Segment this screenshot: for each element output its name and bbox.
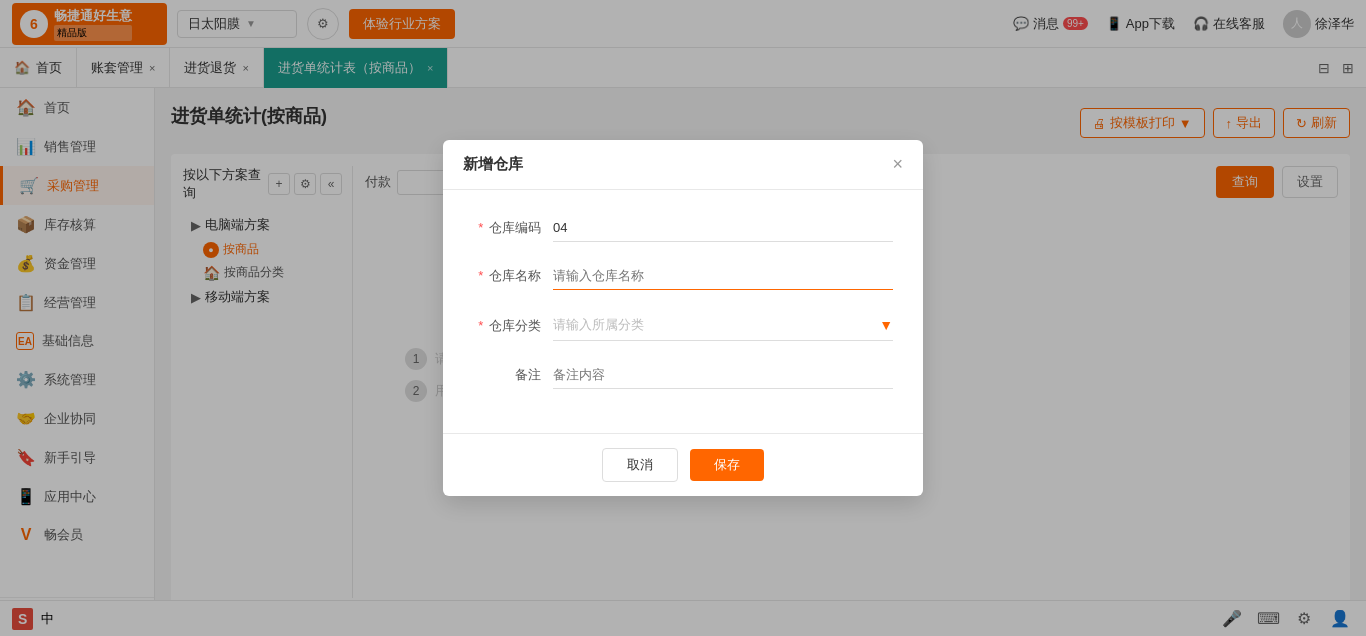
form-row-note: 备注 — [473, 361, 893, 389]
form-label-code: * 仓库编码 — [473, 219, 553, 237]
warehouse-category-select[interactable]: 请输入所属分类 ▼ — [553, 310, 893, 341]
modal-title: 新增仓库 — [463, 155, 523, 174]
note-label-text: 备注 — [515, 367, 541, 382]
category-placeholder: 请输入所属分类 — [553, 316, 644, 334]
required-mark-category: * — [478, 318, 483, 333]
warehouse-code-input[interactable] — [553, 214, 893, 242]
form-label-note: 备注 — [473, 366, 553, 384]
required-mark-name: * — [478, 268, 483, 283]
modal-new-warehouse: 新增仓库 × * 仓库编码 * 仓库名称 — [443, 140, 923, 496]
modal-header: 新增仓库 × — [443, 140, 923, 190]
form-row-category: * 仓库分类 请输入所属分类 ▼ — [473, 310, 893, 341]
code-label-text: 仓库编码 — [489, 220, 541, 235]
save-button[interactable]: 保存 — [690, 449, 764, 481]
cancel-button[interactable]: 取消 — [602, 448, 678, 482]
required-mark-code: * — [478, 220, 483, 235]
warehouse-name-input[interactable] — [553, 262, 893, 290]
modal-body: * 仓库编码 * 仓库名称 * 仓库分类 请输入 — [443, 190, 923, 433]
form-row-code: * 仓库编码 — [473, 214, 893, 242]
category-label-text: 仓库分类 — [489, 318, 541, 333]
form-label-name: * 仓库名称 — [473, 267, 553, 285]
modal-overlay[interactable]: 新增仓库 × * 仓库编码 * 仓库名称 — [0, 0, 1366, 636]
name-label-text: 仓库名称 — [489, 268, 541, 283]
warehouse-note-input[interactable] — [553, 361, 893, 389]
category-arrow-icon: ▼ — [879, 317, 893, 333]
modal-footer: 取消 保存 — [443, 433, 923, 496]
modal-close-button[interactable]: × — [892, 154, 903, 175]
form-row-name: * 仓库名称 — [473, 262, 893, 290]
form-label-category: * 仓库分类 — [473, 317, 553, 335]
